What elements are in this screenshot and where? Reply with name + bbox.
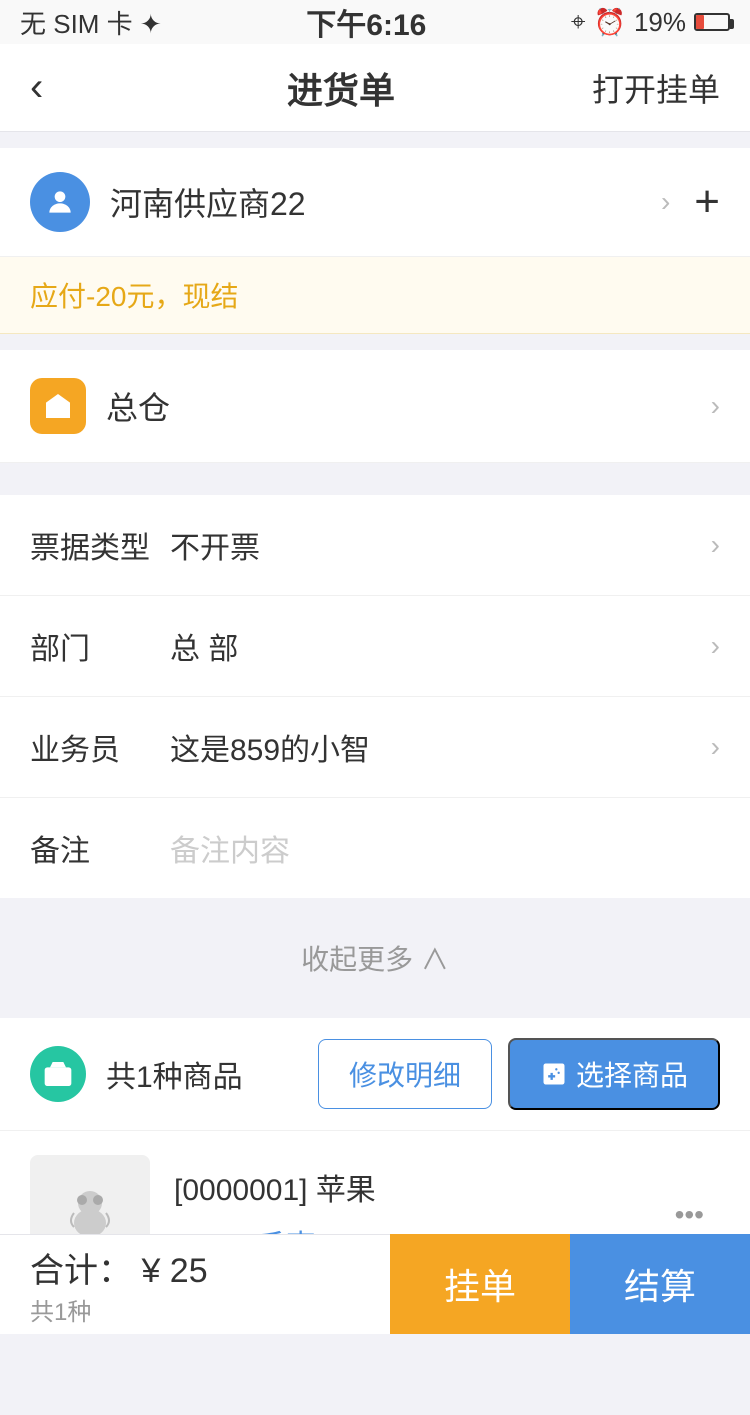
- status-right: ⌖ ⏰ 19%: [571, 6, 730, 38]
- warehouse-icon: [30, 378, 86, 434]
- supplier-chevron-icon: ›: [661, 186, 670, 218]
- collapse-label: 收起更多 ∧: [301, 938, 449, 978]
- open-hang-button[interactable]: 打开挂单: [592, 65, 720, 111]
- invoice-type-value: 不开票: [150, 523, 711, 567]
- collapse-row[interactable]: 收起更多 ∧: [0, 914, 750, 1002]
- footer: 合计： ¥ 25 共1种 挂单 结算: [0, 1234, 750, 1334]
- product-name: [0000001] 苹果: [174, 1165, 659, 1209]
- department-label: 部门: [30, 624, 150, 668]
- status-left: 无 SIM 卡 ✦: [20, 4, 162, 41]
- warehouse-label: 总仓: [106, 383, 711, 429]
- supplier-name: 河南供应商22: [110, 179, 661, 225]
- battery-icon: [694, 13, 730, 31]
- edit-detail-button[interactable]: 修改明细: [318, 1039, 492, 1109]
- department-value: 总 部: [150, 624, 711, 668]
- department-row[interactable]: 部门 总 部 ›: [0, 596, 750, 697]
- footer-total: 合计： ¥ 25 共1种: [0, 1234, 390, 1334]
- product-toolbar: 共1种商品 修改明细 选择商品: [0, 1018, 750, 1131]
- department-chevron-icon: ›: [711, 630, 720, 662]
- warning-banner: 应付-20元，现结: [0, 257, 750, 334]
- salesman-value: 这是859的小智: [150, 725, 711, 769]
- nav-title: 进货单: [287, 62, 395, 114]
- footer-total-label: 合计：: [30, 1252, 132, 1290]
- salesman-label: 业务员: [30, 725, 150, 769]
- warehouse-section: 总仓 ›: [0, 350, 750, 463]
- product-title: 苹果: [316, 1174, 376, 1207]
- product-code: [0000001]: [174, 1174, 307, 1207]
- warehouse-row[interactable]: 总仓 ›: [0, 350, 750, 463]
- status-bar: 无 SIM 卡 ✦ 下午6:16 ⌖ ⏰ 19%: [0, 0, 750, 44]
- divider-1: [0, 132, 750, 148]
- select-product-button[interactable]: 选择商品: [508, 1038, 720, 1110]
- settle-button[interactable]: 结算: [570, 1234, 750, 1334]
- invoice-type-chevron-icon: ›: [711, 529, 720, 561]
- invoice-type-label: 票据类型: [30, 523, 150, 567]
- salesman-row[interactable]: 业务员 这是859的小智 ›: [0, 697, 750, 798]
- back-button[interactable]: ‹: [30, 65, 90, 110]
- alarm-icon: ⏰: [594, 7, 626, 38]
- invoice-type-row[interactable]: 票据类型 不开票 ›: [0, 495, 750, 596]
- remark-label: 备注: [30, 826, 150, 870]
- hang-button[interactable]: 挂单: [390, 1234, 570, 1334]
- salesman-chevron-icon: ›: [711, 731, 720, 763]
- footer-amount: 合计： ¥ 25: [30, 1243, 360, 1292]
- add-supplier-button[interactable]: +: [694, 180, 720, 224]
- remark-row[interactable]: 备注 备注内容: [0, 798, 750, 898]
- footer-count: 共1种: [30, 1292, 360, 1327]
- location-icon: ⌖: [571, 6, 586, 38]
- supplier-row[interactable]: 河南供应商22 › +: [0, 148, 750, 257]
- warehouse-chevron-icon: ›: [711, 390, 720, 422]
- remark-input[interactable]: 备注内容: [150, 826, 720, 870]
- supplier-section: 河南供应商22 › + 应付-20元，现结: [0, 148, 750, 334]
- sim-label: 无 SIM 卡 ✦: [20, 4, 162, 41]
- product-count-text: 共1种商品: [106, 1052, 318, 1096]
- footer-total-amount-value: ¥ 25: [141, 1252, 207, 1290]
- select-product-label: 选择商品: [576, 1054, 688, 1094]
- supplier-avatar: [30, 172, 90, 232]
- product-count-icon: [30, 1046, 86, 1102]
- battery-label: 19%: [634, 7, 686, 38]
- nav-bar: ‹ 进货单 打开挂单: [0, 44, 750, 132]
- divider-2: [0, 479, 750, 495]
- form-section: 票据类型 不开票 › 部门 总 部 › 业务员 这是859的小智 › 备注 备注…: [0, 495, 750, 898]
- status-time: 下午6:16: [306, 0, 426, 44]
